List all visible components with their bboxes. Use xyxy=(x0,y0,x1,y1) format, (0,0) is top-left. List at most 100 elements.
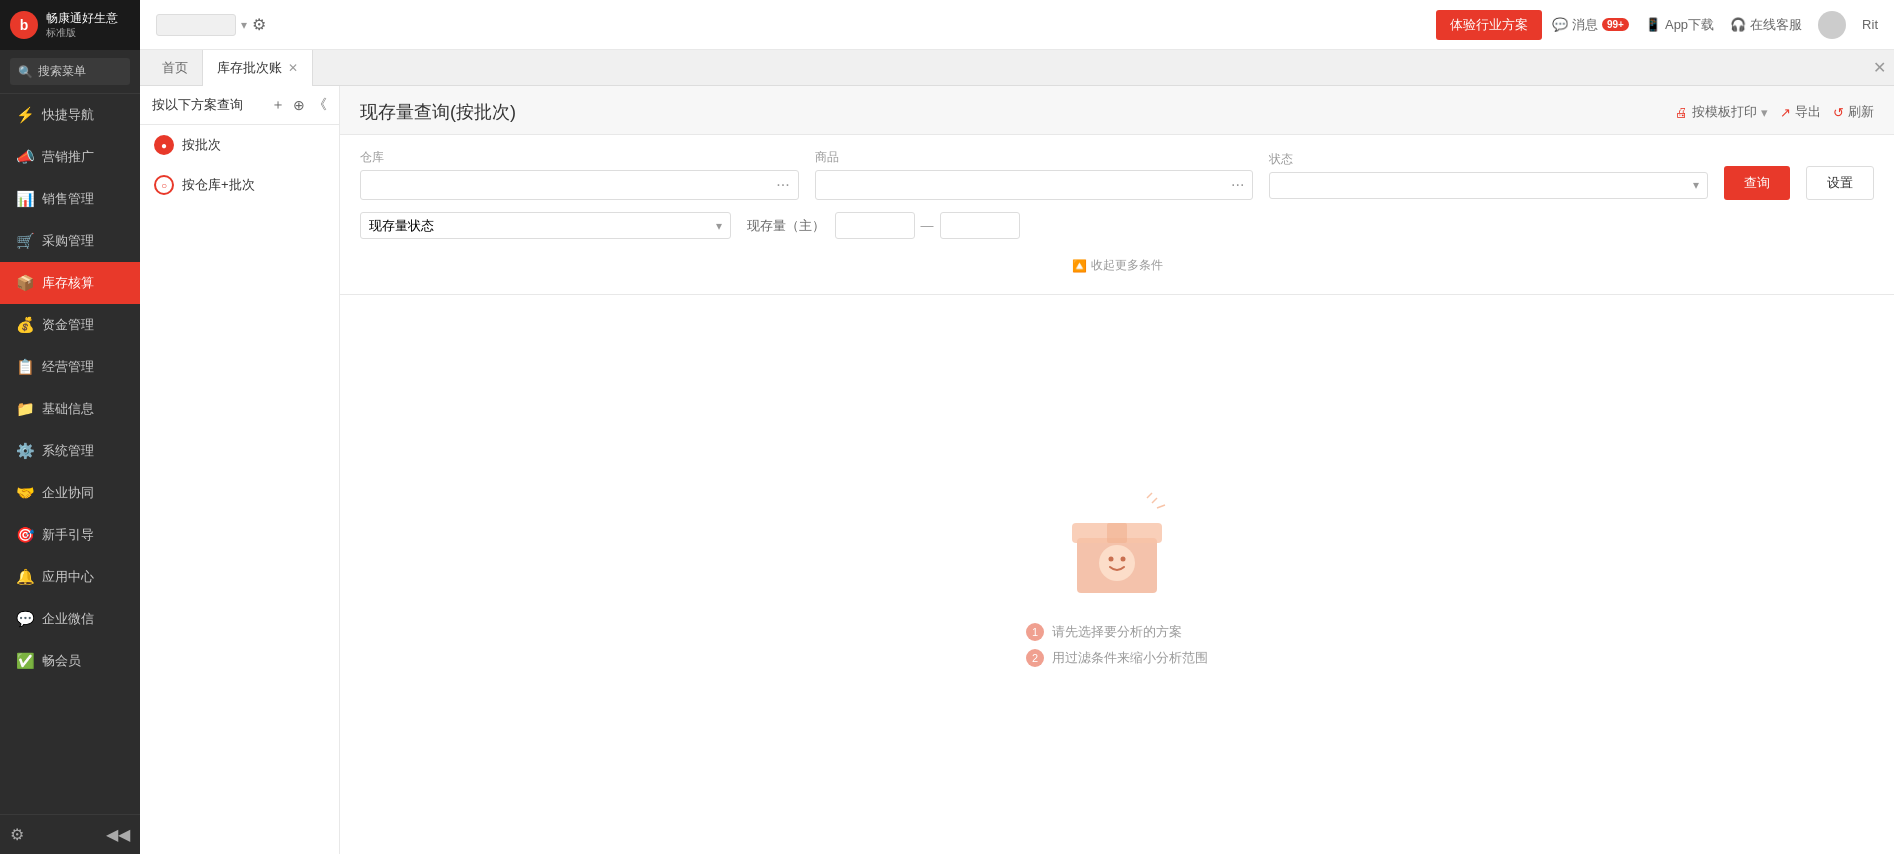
download-icon: 📱 xyxy=(1645,17,1661,32)
headset-icon: 🎧 xyxy=(1730,17,1746,32)
nav-label: 快捷导航 xyxy=(42,106,94,124)
scheme-by-batch[interactable]: ● 按批次 xyxy=(140,125,339,165)
export-icon: ↗ xyxy=(1780,105,1791,120)
status-label: 状态 xyxy=(1269,151,1708,168)
sidebar-item-finance[interactable]: 💰 资金管理 xyxy=(0,304,140,346)
sidebar-item-system[interactable]: ⚙️ 系统管理 xyxy=(0,430,140,472)
range-dash: — xyxy=(921,218,934,233)
sidebar-item-weixin[interactable]: 💬 企业微信 xyxy=(0,598,140,640)
empty-tips: 1 请先选择要分析的方案 2 用过滤条件来缩小分析范围 xyxy=(1026,623,1208,667)
trial-btn[interactable]: 体验行业方案 xyxy=(1436,10,1542,40)
sidebar-footer: ⚙ ◀◀ xyxy=(0,814,140,854)
topbar: ▾ ⚙ 体验行业方案 💬 消息 99+ 📱 App下载 🎧 在线客服 Rit xyxy=(140,0,1894,50)
collapse-label: 收起更多条件 xyxy=(1091,257,1163,274)
export-btn[interactable]: ↗ 导出 xyxy=(1780,103,1821,121)
tip-text-1: 请先选择要分析的方案 xyxy=(1052,623,1182,641)
sidebar-item-newbie[interactable]: 🎯 新手引导 xyxy=(0,514,140,556)
breadcrumb: ▾ ⚙ xyxy=(156,14,1426,36)
product-filter-group: 商品 ··· xyxy=(815,149,1254,200)
add-scheme-btn[interactable]: ＋ xyxy=(271,96,285,114)
tab-close-icon[interactable]: ✕ xyxy=(288,61,298,75)
warehouse-input-wrap: ··· xyxy=(360,170,799,200)
status-filter-group: 状态 ▾ xyxy=(1269,151,1708,199)
filter-area: 仓库 ··· 商品 ··· 状态 xyxy=(340,135,1894,295)
search-menu-btn[interactable]: 🔍 搜索菜单 xyxy=(10,58,130,85)
chevron-up-icon: 🔼 xyxy=(1072,259,1087,273)
nav-label: 库存核算 xyxy=(42,274,94,292)
sidebar-item-appstore[interactable]: 🔔 应用中心 xyxy=(0,556,140,598)
stock-status-select-wrap: 现存量状态 ▾ xyxy=(360,212,731,239)
newbie-icon: 🎯 xyxy=(16,526,34,544)
stock-status-select[interactable]: 现存量状态 xyxy=(369,218,712,233)
nav-label: 系统管理 xyxy=(42,442,94,460)
online-service-btn[interactable]: 🎧 在线客服 xyxy=(1730,16,1802,34)
sidebar-item-sales[interactable]: 📊 销售管理 xyxy=(0,178,140,220)
stock-main-min-input[interactable] xyxy=(835,212,915,239)
scheme-settings-btn[interactable]: ⊕ xyxy=(293,97,305,113)
filter-row-2: 现存量状态 ▾ 现存量（主） — xyxy=(360,212,1874,239)
messages-label: 消息 xyxy=(1572,16,1598,34)
breadcrumb-input[interactable] xyxy=(156,14,236,36)
filter-settings-btn[interactable]: 设置 xyxy=(1806,166,1874,200)
search-label: 搜索菜单 xyxy=(38,63,86,80)
product-dots-btn[interactable]: ··· xyxy=(1231,176,1244,194)
right-content: 现存量查询(按批次) 🖨 按模板打印 ▾ ↗ 导出 ↺ 刷新 xyxy=(340,86,1894,854)
sidebar-item-member[interactable]: ✅ 畅会员 xyxy=(0,640,140,682)
app-version: 标准版 xyxy=(46,26,118,40)
marketing-icon: 📣 xyxy=(16,148,34,166)
sidebar-header: b 畅康通好生意 标准版 xyxy=(0,0,140,50)
collapse-row[interactable]: 🔼 收起更多条件 xyxy=(360,251,1874,280)
main-area: ▾ ⚙ 体验行业方案 💬 消息 99+ 📱 App下载 🎧 在线客服 Rit 首 xyxy=(140,0,1894,854)
app-info: 畅康通好生意 标准版 xyxy=(46,10,118,41)
warehouse-filter-group: 仓库 ··· xyxy=(360,149,799,200)
warehouse-dots-btn[interactable]: ··· xyxy=(776,176,789,194)
stock-main-max-input[interactable] xyxy=(940,212,1020,239)
empty-svg xyxy=(1057,483,1177,603)
product-input[interactable] xyxy=(824,178,1227,193)
svg-line-6 xyxy=(1152,498,1157,503)
sidebar-item-purchase[interactable]: 🛒 采购管理 xyxy=(0,220,140,262)
empty-state: 1 请先选择要分析的方案 2 用过滤条件来缩小分析范围 xyxy=(340,295,1894,854)
refresh-label: 刷新 xyxy=(1848,103,1874,121)
query-btn[interactable]: 查询 xyxy=(1724,166,1790,200)
sidebar-item-marketing[interactable]: 📣 营销推广 xyxy=(0,136,140,178)
warehouse-input[interactable] xyxy=(369,178,772,193)
export-label: 导出 xyxy=(1795,103,1821,121)
nav-label: 新手引导 xyxy=(42,526,94,544)
svg-point-5 xyxy=(1121,556,1126,561)
nav-label: 经营管理 xyxy=(42,358,94,376)
tab-close-global-btn[interactable]: ✕ xyxy=(1873,58,1886,77)
sidebar-item-operations[interactable]: 📋 经营管理 xyxy=(0,346,140,388)
status-select[interactable] xyxy=(1278,178,1689,193)
print-icon: 🖨 xyxy=(1675,105,1688,120)
nav-label: 畅会员 xyxy=(42,652,81,670)
topbar-right: 💬 消息 99+ 📱 App下载 🎧 在线客服 Rit xyxy=(1552,11,1878,39)
sidebar-item-quick-nav[interactable]: ⚡ 快捷导航 xyxy=(0,94,140,136)
enterprise-icon: 🤝 xyxy=(16,484,34,502)
ops-icon: 📋 xyxy=(16,358,34,376)
lightning-icon: ⚡ xyxy=(16,106,34,124)
messages-btn[interactable]: 💬 消息 99+ xyxy=(1552,16,1629,34)
messages-badge: 99+ xyxy=(1602,18,1629,31)
refresh-btn[interactable]: ↺ 刷新 xyxy=(1833,103,1874,121)
stock-status-filter-group: 现存量状态 ▾ xyxy=(360,212,731,239)
sidebar-item-enterprise[interactable]: 🤝 企业协同 xyxy=(0,472,140,514)
svg-line-8 xyxy=(1157,505,1165,508)
filter-row-1: 仓库 ··· 商品 ··· 状态 xyxy=(360,149,1874,200)
collapse-panel-btn[interactable]: 《 xyxy=(313,96,327,114)
collapse-sidebar-btn[interactable]: ◀◀ xyxy=(106,825,130,844)
gear-icon[interactable]: ⚙ xyxy=(252,15,266,34)
scheme-by-warehouse-batch[interactable]: ○ 按仓库+批次 xyxy=(140,165,339,205)
print-btn[interactable]: 🖨 按模板打印 ▾ xyxy=(1675,103,1768,121)
status-select-wrap: ▾ xyxy=(1269,172,1708,199)
tip-text-2: 用过滤条件来缩小分析范围 xyxy=(1052,649,1208,667)
nav-label: 应用中心 xyxy=(42,568,94,586)
sidebar-item-inventory[interactable]: 📦 库存核算 xyxy=(0,262,140,304)
empty-illustration xyxy=(1057,483,1177,603)
settings-footer-btn[interactable]: ⚙ xyxy=(10,825,24,844)
chevron-down-icon: ▾ xyxy=(241,18,247,32)
tab-home[interactable]: 首页 xyxy=(148,50,203,86)
sidebar-item-basic[interactable]: 📁 基础信息 xyxy=(0,388,140,430)
app-download-btn[interactable]: 📱 App下载 xyxy=(1645,16,1714,34)
tab-batch-account[interactable]: 库存批次账 ✕ xyxy=(203,50,313,86)
